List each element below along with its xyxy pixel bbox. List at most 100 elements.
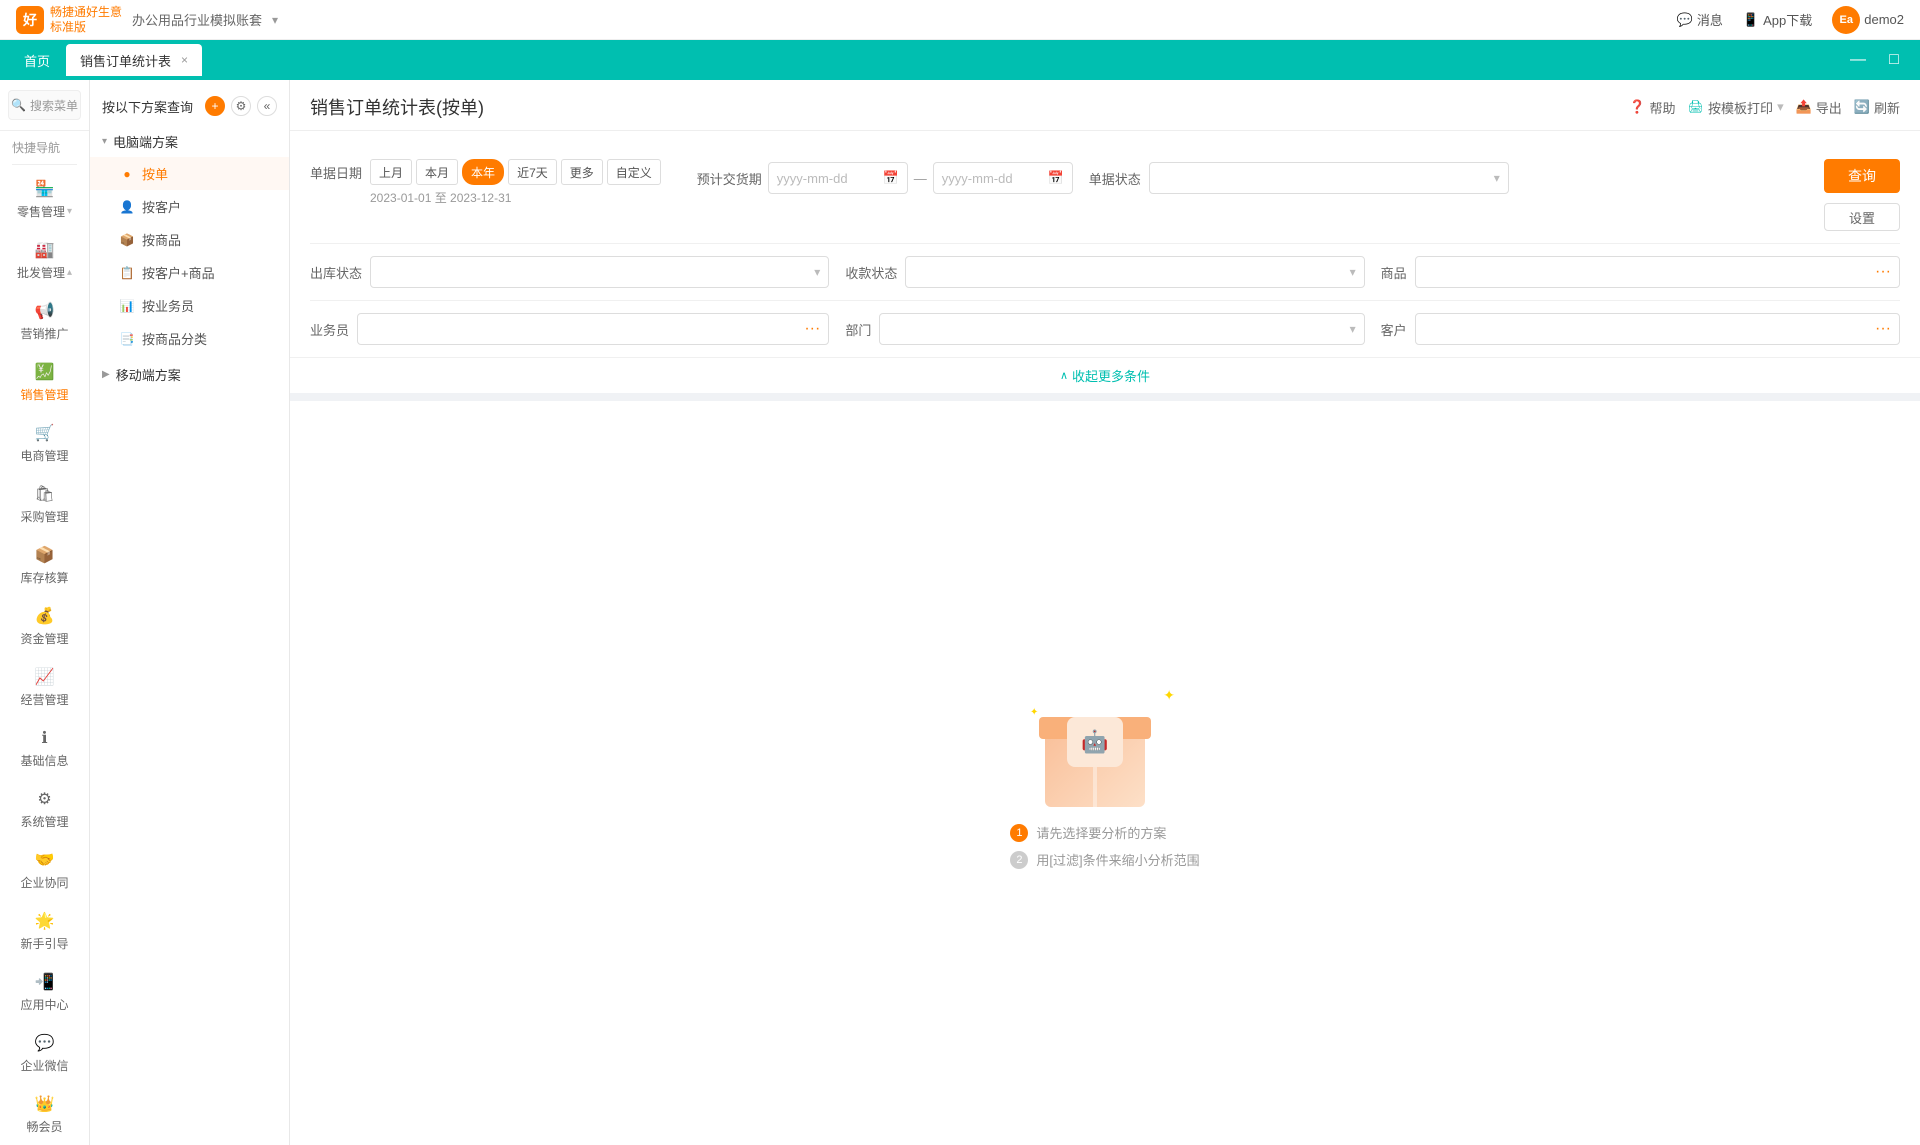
sidebar-item-guide[interactable]: 🌟 新手引导 <box>0 901 89 962</box>
page-header-actions: ❓ 帮助 🖨 按模板打印 ▾ 📤 导出 🔄 刷新 <box>1629 98 1900 117</box>
sidebar-item-appstore[interactable]: 📲 应用中心 <box>0 962 89 1023</box>
scheme-by-salesperson[interactable]: 📊 按业务员 <box>90 289 289 322</box>
collapse-icon: « <box>264 99 271 113</box>
guide-icon: 🌟 <box>35 911 55 931</box>
tab-home[interactable]: 首页 <box>10 44 64 76</box>
customer-dots-icon[interactable]: ··· <box>1875 320 1891 338</box>
window-minimize-btn[interactable]: — <box>1844 46 1872 74</box>
sidebar-item-operations[interactable]: 📈 经营管理 <box>0 657 89 718</box>
pc-section-title[interactable]: ▾ 电脑端方案 <box>90 126 289 157</box>
sidebar-item-marketing[interactable]: 📢 营销推广 <box>0 291 89 352</box>
sidebar-divider <box>12 164 77 165</box>
date-label: 单据日期 <box>310 163 362 182</box>
empty-hint-2: 2 用[过滤]条件来缩小分析范围 <box>1010 850 1199 869</box>
hint-num-1: 1 <box>1010 824 1028 842</box>
by-customer-icon: 👤 <box>118 198 136 216</box>
salesperson-label: 业务员 <box>310 320 349 339</box>
sidebar-item-purchase[interactable]: 🛍 采购管理 <box>0 474 89 535</box>
date-filter-btns: 上月 本月 本年 近7天 更多 自定义 <box>370 159 661 185</box>
product-input[interactable]: ··· <box>1415 256 1900 288</box>
date-last-month-btn[interactable]: 上月 <box>370 159 412 185</box>
tabbar-actions: — □ <box>1844 46 1920 74</box>
sidebar-item-wechat[interactable]: 💬 企业微信 <box>0 1023 89 1084</box>
date-custom-btn[interactable]: 自定义 <box>607 159 661 185</box>
logo-area: 好 畅捷通好生意 标准版 <box>16 5 122 34</box>
sidebar-item-finance[interactable]: 💰 资金管理 <box>0 596 89 657</box>
department-select[interactable]: ▾ <box>879 313 1364 345</box>
search-menu-btn[interactable]: 🔍 搜索菜单 <box>8 90 81 120</box>
sidebar-item-ecommerce[interactable]: 🛒 电商管理 <box>0 413 89 474</box>
delivery-date-end-input[interactable]: yyyy-mm-dd 📅 <box>933 162 1073 194</box>
page-title: 销售订单统计表(按单) <box>310 94 484 120</box>
filter-area: 单据日期 上月 本月 本年 近7天 更多 自定义 2023-01-01 至 20… <box>290 131 1920 393</box>
export-icon: 📤 <box>1796 99 1812 115</box>
tabbar: 首页 销售订单统计表 × — □ <box>0 40 1920 80</box>
template-print-btn[interactable]: 🖨 按模板打印 ▾ <box>1688 98 1784 117</box>
salesperson-dots-icon[interactable]: ··· <box>804 320 820 338</box>
scheme-by-product[interactable]: 📦 按商品 <box>90 223 289 256</box>
empty-illustration: 🤖 ✦ ✦ <box>1025 677 1185 807</box>
status-select[interactable]: ▾ <box>1149 162 1509 194</box>
out-status-select[interactable]: ▾ <box>370 256 829 288</box>
query-btn[interactable]: 查询 <box>1824 159 1900 193</box>
scheme-by-customer[interactable]: 👤 按客户 <box>90 190 289 223</box>
sidebar-item-system[interactable]: ⚙ 系统管理 <box>0 779 89 840</box>
sidebar-search: 🔍 搜索菜单 <box>0 80 89 131</box>
purchase-icon: 🛍 <box>34 484 54 504</box>
window-maximize-btn[interactable]: □ <box>1880 46 1908 74</box>
sidebar-item-wholesale[interactable]: 🏭 批发管理 ▴ <box>0 230 89 291</box>
product-label: 商品 <box>1381 263 1407 282</box>
mobile-section-title[interactable]: ▶ 移动端方案 <box>90 359 289 390</box>
sidebar-item-sales[interactable]: 💹 销售管理 <box>0 352 89 413</box>
sidebar-item-retail[interactable]: 🏪 零售管理 ▾ <box>0 169 89 230</box>
message-btn[interactable]: 💬 消息 <box>1677 10 1723 29</box>
left-panel-title: 按以下方案查询 <box>102 97 193 116</box>
app-download-btn[interactable]: 📱 App下载 <box>1743 10 1812 29</box>
query-col: 查询 设置 <box>1824 159 1900 231</box>
dropdown-arrow-icon[interactable]: ▾ <box>272 13 278 27</box>
sidebar-item-inventory[interactable]: 📦 库存核算 <box>0 535 89 596</box>
refresh-btn[interactable]: 🔄 刷新 <box>1854 98 1900 117</box>
date-more-btn[interactable]: 更多 <box>561 159 603 185</box>
user-info[interactable]: Ea demo2 <box>1832 6 1904 34</box>
star-icon: ✦ <box>1163 687 1175 704</box>
sidebar-nav-label: 快捷导航 <box>0 131 89 160</box>
salesperson-input[interactable]: ··· <box>357 313 829 345</box>
scheme-by-product-category[interactable]: 📑 按商品分类 <box>90 322 289 355</box>
help-btn[interactable]: ❓ 帮助 <box>1629 98 1675 117</box>
product-dots-icon[interactable]: ··· <box>1875 263 1891 281</box>
export-btn[interactable]: 📤 导出 <box>1796 98 1842 117</box>
avatar: Ea <box>1832 6 1860 34</box>
left-panel: 按以下方案查询 + ⚙ « ▾ 电脑端方案 ● <box>90 80 290 1145</box>
date-this-month-btn[interactable]: 本月 <box>416 159 458 185</box>
tab-active[interactable]: 销售订单统计表 × <box>66 44 202 76</box>
content-area: 按以下方案查询 + ⚙ « ▾ 电脑端方案 ● <box>90 80 1920 1145</box>
marketing-icon: 📢 <box>35 301 55 321</box>
scheme-by-order[interactable]: ● 按单 <box>90 157 289 190</box>
settings-scheme-icon: ⚙ <box>236 99 247 113</box>
sidebar-item-basic[interactable]: ℹ 基础信息 <box>0 718 89 779</box>
operations-icon: 📈 <box>35 667 55 687</box>
payment-status-select[interactable]: ▾ <box>905 256 1364 288</box>
sidebar-item-member[interactable]: 👑 畅会员 <box>0 1084 89 1145</box>
date-last-7-btn[interactable]: 近7天 <box>508 159 557 185</box>
calendar-start-icon: 📅 <box>883 170 899 186</box>
customer-input[interactable]: ··· <box>1415 313 1900 345</box>
settings-scheme-btn[interactable]: ⚙ <box>231 96 251 116</box>
main-content: 销售订单统计表(按单) ❓ 帮助 🖨 按模板打印 ▾ 📤 导出 <box>290 80 1920 1145</box>
add-scheme-btn[interactable]: + <box>205 96 225 116</box>
department-label: 部门 <box>845 320 871 339</box>
settings-btn[interactable]: 设置 <box>1824 203 1900 231</box>
left-panel-header: 按以下方案查询 + ⚙ « <box>90 90 289 122</box>
collapse-more-btn[interactable]: ∧ 收起更多条件 <box>1060 366 1150 385</box>
system-icon: ⚙ <box>37 789 51 809</box>
collapse-panel-btn[interactable]: « <box>257 96 277 116</box>
mobile-scheme-section: ▶ 移动端方案 <box>90 359 289 390</box>
date-this-year-btn[interactable]: 本年 <box>462 159 504 185</box>
tab-close-icon[interactable]: × <box>181 53 188 67</box>
enterprise-icon: 🤝 <box>35 850 55 870</box>
sidebar-item-enterprise[interactable]: 🤝 企业协同 <box>0 840 89 901</box>
delivery-date-start-input[interactable]: yyyy-mm-dd 📅 <box>768 162 908 194</box>
scheme-by-customer-product[interactable]: 📋 按客户+商品 <box>90 256 289 289</box>
main-layout: 🔍 搜索菜单 快捷导航 🏪 零售管理 ▾ 🏭 批发管理 ▴ 📢 营销推广 💹 <box>0 80 1920 1145</box>
